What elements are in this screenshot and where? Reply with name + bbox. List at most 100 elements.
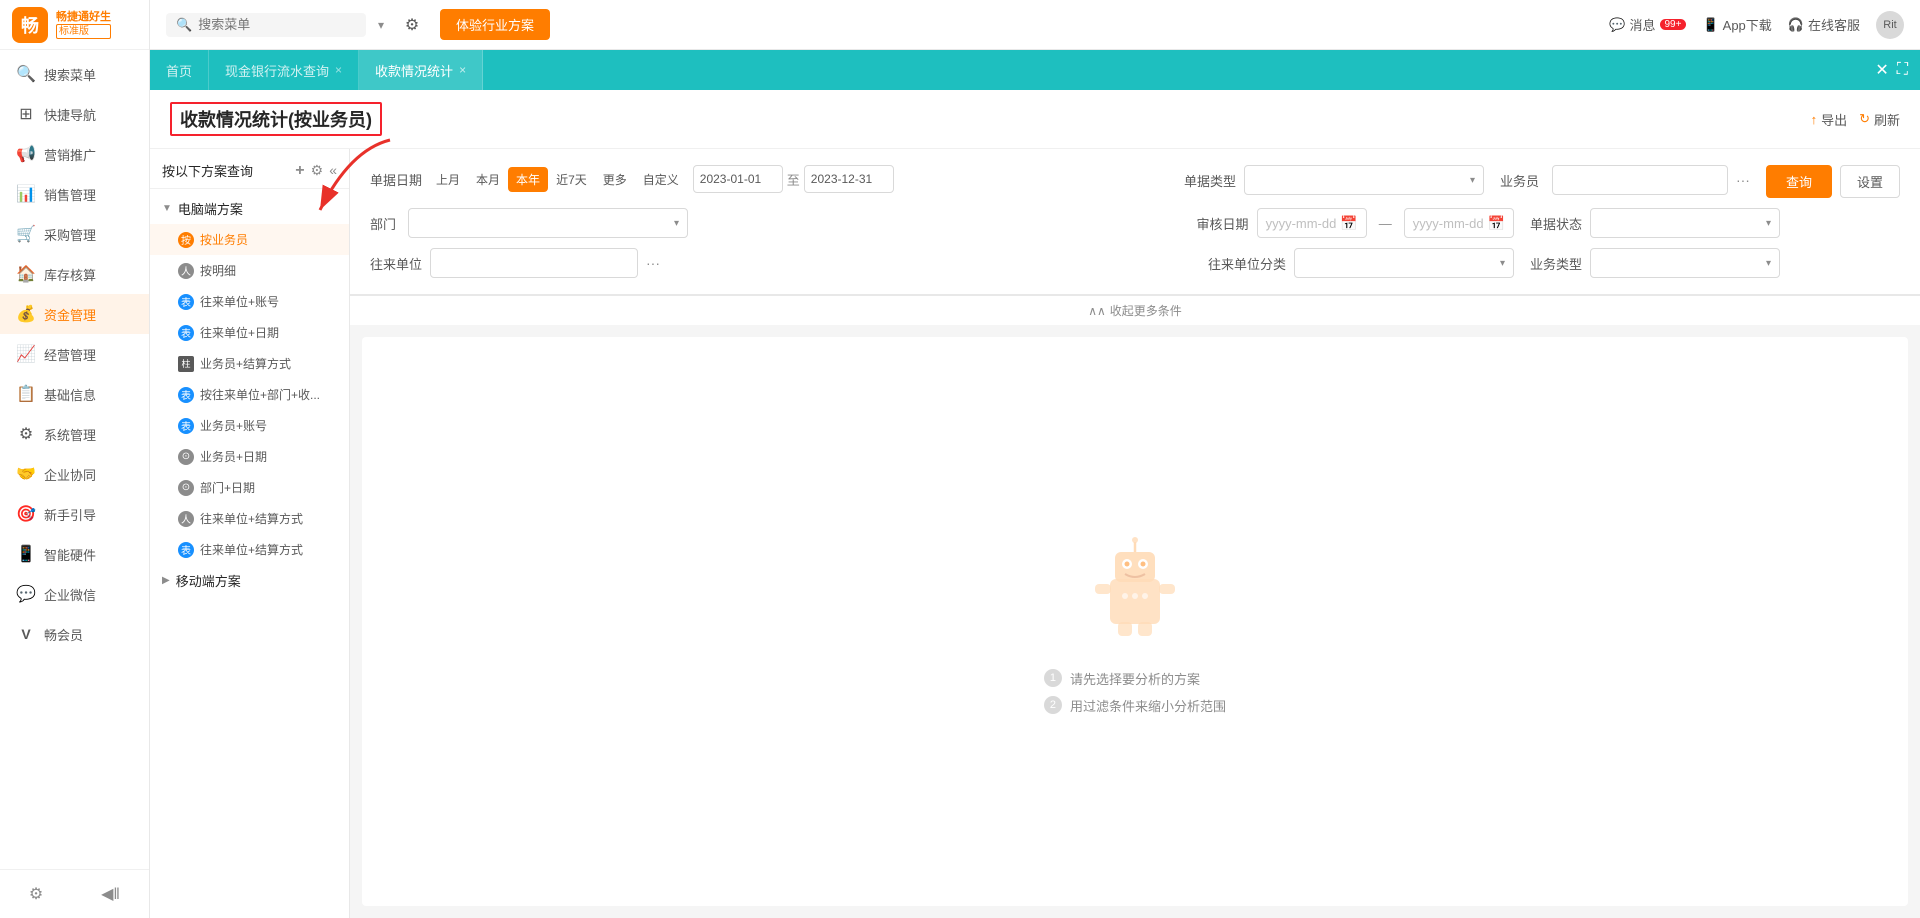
- empty-tips: 1 请先选择要分析的方案 2 用过滤条件来缩小分析范围: [1044, 669, 1226, 715]
- doc-status-select[interactable]: ▾: [1590, 208, 1780, 238]
- partner-more-btn[interactable]: ···: [646, 255, 660, 271]
- sidebar-item-label: 智能硬件: [44, 545, 96, 564]
- scheme-collapse-btn[interactable]: «: [329, 162, 337, 180]
- sidebar-item-guide[interactable]: 🎯 新手引导: [0, 494, 149, 534]
- scheme-item-label: 往来单位+账号: [200, 293, 279, 310]
- tab-fullscreen-icon[interactable]: ⛶: [1897, 61, 1908, 79]
- user-avatar[interactable]: Rit: [1876, 11, 1904, 39]
- partner-field: 往来单位 ···: [370, 248, 710, 278]
- scheme-group-mobile-header[interactable]: ▶ 移动端方案: [150, 565, 349, 596]
- salesperson-more-btn[interactable]: ···: [1736, 172, 1750, 188]
- tab-home[interactable]: 首页: [150, 50, 209, 90]
- sidebar-settings-btn[interactable]: ⚙: [19, 878, 53, 910]
- sidebar-item-search[interactable]: 🔍 搜索菜单: [0, 54, 149, 94]
- date-to-input[interactable]: [804, 165, 894, 193]
- scheme-item-salesperson-date[interactable]: ⊙ 业务员+日期: [150, 441, 349, 472]
- biz-type-select[interactable]: ▾: [1590, 248, 1780, 278]
- sidebar-item-quick-nav[interactable]: ⊞ 快捷导航: [0, 94, 149, 134]
- sidebar-item-basic[interactable]: 📋 基础信息: [0, 374, 149, 414]
- sidebar-footer: ⚙ ◀‖: [0, 869, 149, 918]
- sidebar-item-label: 销售管理: [44, 185, 96, 204]
- sidebar-item-operation[interactable]: 📈 经营管理: [0, 334, 149, 374]
- date-btn-custom[interactable]: 自定义: [635, 167, 687, 192]
- setting-btn[interactable]: 设置: [1840, 165, 1900, 198]
- export-btn[interactable]: ↑ 导出: [1811, 110, 1848, 129]
- app-download-label: App下载: [1723, 15, 1772, 34]
- sidebar: 畅 畅捷通好生 标准版 🔍 搜索菜单 ⊞ 快捷导航 📢 营销推广 📊 销售管理 …: [0, 0, 150, 918]
- partner-category-select[interactable]: ▾: [1294, 248, 1514, 278]
- partner-input[interactable]: [430, 248, 638, 278]
- settings-btn[interactable]: ⚙: [396, 9, 428, 41]
- sidebar-item-system[interactable]: ⚙ 系统管理: [0, 414, 149, 454]
- scheme-item-dept-date[interactable]: ⊙ 部门+日期: [150, 472, 349, 503]
- scheme-item-by-salesperson[interactable]: 按 按业务员: [150, 224, 349, 255]
- sidebar-item-member[interactable]: V 畅会员: [0, 614, 149, 654]
- search-input[interactable]: [198, 17, 318, 32]
- doc-type-select[interactable]: ▾: [1244, 165, 1484, 195]
- date-btn-more[interactable]: 更多: [595, 167, 635, 192]
- review-date-field: 审核日期 yyyy-mm-dd 📅 — yyyy-mm-dd 📅: [1197, 208, 1514, 238]
- page-actions: ↑ 导出 ↻ 刷新: [1811, 110, 1900, 129]
- sidebar-item-finance[interactable]: 💰 资金管理: [0, 294, 149, 334]
- review-date-from[interactable]: yyyy-mm-dd 📅: [1257, 208, 1367, 238]
- date-from-input[interactable]: [693, 165, 783, 193]
- sidebar-collapse-btn[interactable]: ◀‖: [91, 878, 130, 910]
- tab-collection[interactable]: 收款情况统计 ×: [359, 50, 483, 90]
- tab-bank-close[interactable]: ×: [335, 63, 342, 77]
- sidebar-item-enterprise[interactable]: 🤝 企业协同: [0, 454, 149, 494]
- scheme-list: ▼ 电脑端方案 按 按业务员 人 按明细 表 往来单位+账号: [150, 189, 349, 918]
- scheme-header-actions: + ⚙ «: [295, 162, 337, 180]
- sidebar-item-sales[interactable]: 📊 销售管理: [0, 174, 149, 214]
- date-field: 单据日期 上月 本月 本年 近7天 更多 自定义 至: [370, 165, 894, 193]
- group-label: 移动端方案: [176, 571, 241, 590]
- tab-bank[interactable]: 现金银行流水查询 ×: [209, 50, 359, 90]
- sidebar-item-wechat[interactable]: 💬 企业微信: [0, 574, 149, 614]
- tab-collection-close[interactable]: ×: [459, 63, 466, 77]
- refresh-btn[interactable]: ↻ 刷新: [1859, 110, 1900, 129]
- scheme-item-icon: 表: [178, 294, 194, 310]
- scheme-item-partner-settle2[interactable]: 表 往来单位+结算方式: [150, 534, 349, 565]
- sidebar-item-hardware[interactable]: 📱 智能硬件: [0, 534, 149, 574]
- wechat-icon: 💬: [16, 584, 36, 604]
- scheme-item-partner-settle1[interactable]: 人 往来单位+结算方式: [150, 503, 349, 534]
- messages-btn[interactable]: 💬 消息 99+: [1609, 15, 1686, 34]
- query-btn[interactable]: 查询: [1766, 165, 1832, 198]
- topbar-search-box: 🔍: [166, 13, 366, 37]
- tab-close-all-icon[interactable]: ✕: [1875, 60, 1888, 80]
- dept-label: 部门: [370, 214, 400, 233]
- trial-btn[interactable]: 体验行业方案: [440, 9, 550, 40]
- scheme-item-partner-account[interactable]: 表 往来单位+账号: [150, 286, 349, 317]
- scheme-settings-btn[interactable]: ⚙: [311, 162, 324, 180]
- salesperson-input[interactable]: [1552, 165, 1728, 195]
- scheme-item-salesperson-account[interactable]: 表 业务员+账号: [150, 410, 349, 441]
- app-download-btn[interactable]: 📱 App下载: [1702, 15, 1771, 34]
- sidebar-item-marketing[interactable]: 📢 营销推广: [0, 134, 149, 174]
- review-date-label: 审核日期: [1197, 214, 1249, 233]
- date-btn-this-month[interactable]: 本月: [468, 167, 508, 192]
- finance-icon: 💰: [16, 304, 36, 324]
- sidebar-item-inventory[interactable]: 🏠 库存核算: [0, 254, 149, 294]
- scheme-group-mobile: ▶ 移动端方案: [150, 565, 349, 596]
- dept-select[interactable]: ▾: [408, 208, 688, 238]
- sidebar-item-label: 快捷导航: [44, 105, 96, 124]
- scheme-item-partner-date[interactable]: 表 往来单位+日期: [150, 317, 349, 348]
- sidebar-item-purchase[interactable]: 🛒 采购管理: [0, 214, 149, 254]
- sidebar-item-label: 畅会员: [44, 625, 83, 644]
- doc-status-field: 单据状态 ▾: [1530, 208, 1780, 238]
- date-range: 至: [693, 165, 894, 193]
- scheme-item-salesperson-settle[interactable]: 柱 业务员+结算方式: [150, 348, 349, 379]
- form-row-2: 部门 ▾ 审核日期 yyyy-mm-dd 📅: [370, 208, 1900, 238]
- search-chevron-icon[interactable]: ▾: [378, 18, 384, 32]
- scheme-item-partner-dept[interactable]: 表 按往来单位+部门+收...: [150, 379, 349, 410]
- sidebar-item-label: 基础信息: [44, 385, 96, 404]
- review-date-to[interactable]: yyyy-mm-dd 📅: [1404, 208, 1514, 238]
- date-btn-last7[interactable]: 近7天: [548, 167, 595, 192]
- scheme-item-icon: 人: [178, 263, 194, 279]
- date-btn-prev-month[interactable]: 上月: [428, 167, 468, 192]
- date-btn-this-year[interactable]: 本年: [508, 167, 548, 192]
- online-service-btn[interactable]: 🎧 在线客服: [1788, 15, 1860, 34]
- scheme-add-btn[interactable]: +: [295, 162, 304, 180]
- scheme-group-desktop-header[interactable]: ▼ 电脑端方案: [150, 193, 349, 224]
- scheme-item-by-detail[interactable]: 人 按明细: [150, 255, 349, 286]
- collapse-more-btn[interactable]: ∧∧ 收起更多条件: [350, 295, 1920, 325]
